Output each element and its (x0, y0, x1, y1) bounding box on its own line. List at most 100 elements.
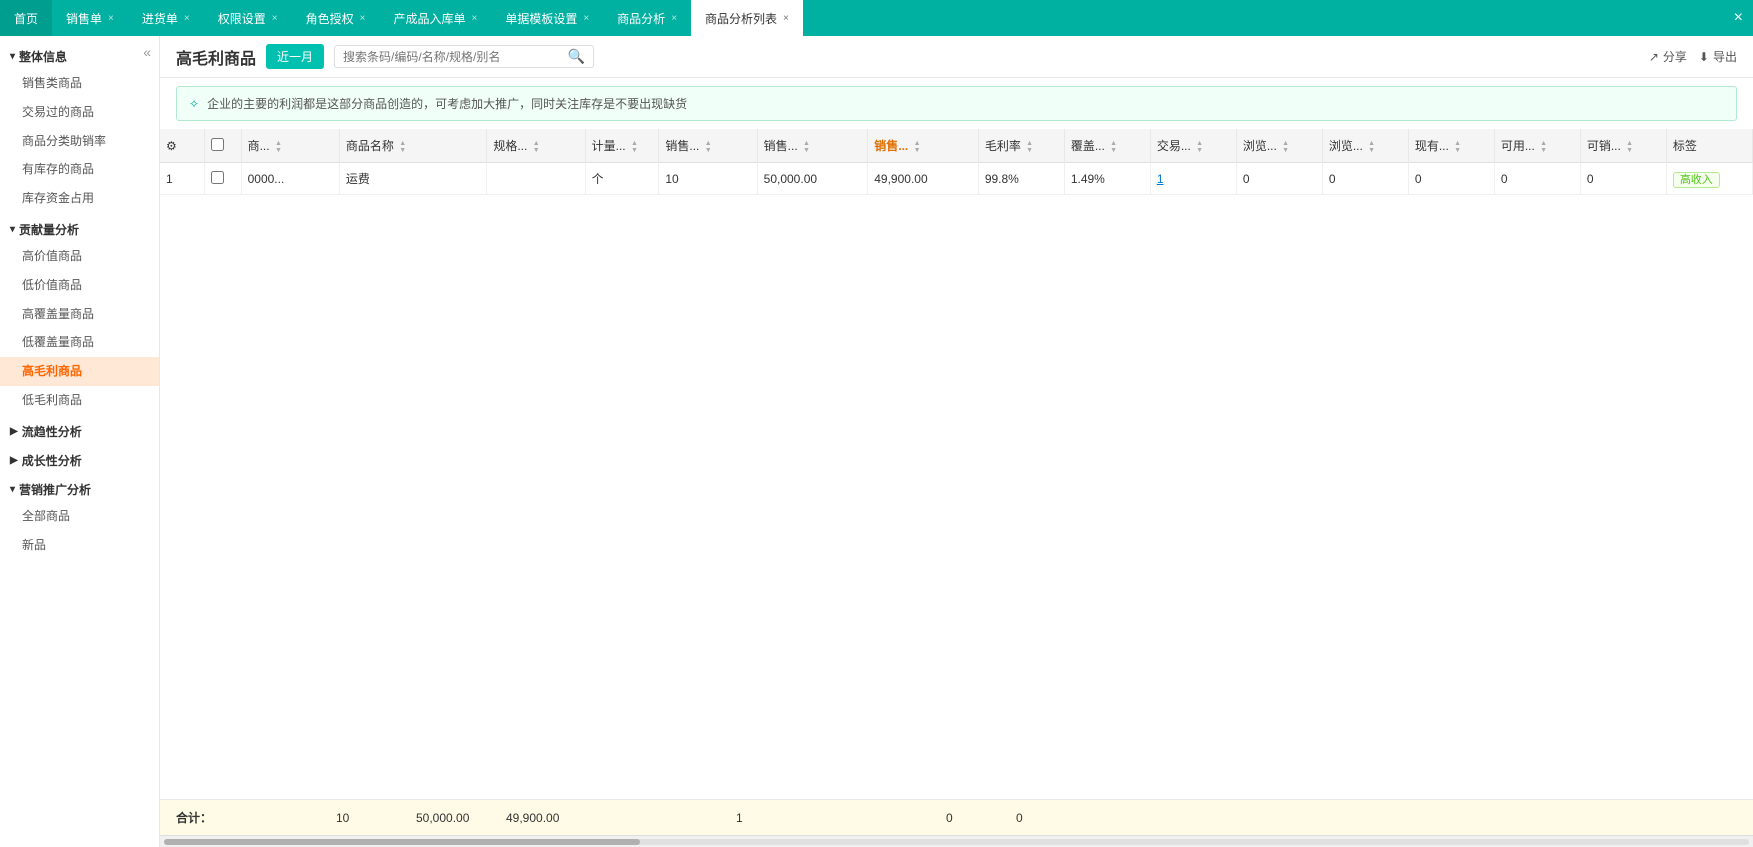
col-header-browse1[interactable]: 浏览... ▲▼ (1236, 129, 1322, 163)
sidebar-group-overall[interactable]: ▾ 整体信息 (0, 40, 159, 69)
row-checkbox[interactable] (211, 171, 224, 184)
sidebar-item-high-coverage[interactable]: 高覆盖量商品 (0, 300, 159, 329)
footer-browse2 (870, 811, 940, 825)
col-header-browse2[interactable]: 浏览... ▲▼ (1322, 129, 1408, 163)
sidebar-group-growth[interactable]: ▶ 成长性分析 (0, 444, 159, 473)
close-icon[interactable]: × (583, 13, 589, 24)
cell-stock1: 0 (1408, 163, 1494, 195)
nav-template[interactable]: 单据模板设置 × (491, 0, 603, 36)
col-header-cover[interactable]: 覆盖... ▲▼ (1064, 129, 1150, 163)
sidebar-item-all-goods[interactable]: 全部商品 (0, 502, 159, 531)
cell-browse2: 0 (1322, 163, 1408, 195)
table-wrapper[interactable]: ⚙ 商... ▲▼ 商品名称 ▲▼ 规格... (160, 129, 1753, 799)
close-icon[interactable]: × (360, 13, 366, 24)
footer-sales2: 50,000.00 (410, 811, 500, 825)
chevron-down-icon: ▾ (10, 484, 15, 495)
chevron-down-icon: ▾ (10, 51, 15, 62)
sidebar-group-contribution[interactable]: ▾ 贡献量分析 (0, 213, 159, 242)
close-icon[interactable]: × (671, 13, 677, 24)
search-input[interactable] (343, 50, 568, 64)
sidebar-item-high-value[interactable]: 高价值商品 (0, 242, 159, 271)
export-btn[interactable]: ⬇ 导出 (1699, 48, 1737, 65)
filter-recent-month-btn[interactable]: 近一月 (266, 44, 324, 69)
sidebar-item-category-rate[interactable]: 商品分类助销率 (0, 127, 159, 156)
search-box: 🔍 (334, 45, 594, 68)
nav-product-inbound[interactable]: 产成品入库单 × (379, 0, 491, 36)
col-header-name[interactable]: 商品名称 ▲▼ (339, 129, 486, 163)
footer-total: 合计： 10 50,000.00 49,900.00 1 0 0 (160, 799, 1753, 835)
sidebar-item-new-goods[interactable]: 新品 (0, 531, 159, 560)
close-icon[interactable]: × (272, 13, 278, 24)
sidebar-group-marketing[interactable]: ▾ 营销推广分析 (0, 473, 159, 502)
share-icon: ↗ (1649, 50, 1659, 64)
footer-stock1: 0 (940, 811, 1010, 825)
footer-cells: 10 50,000.00 49,900.00 1 0 0 (330, 811, 1753, 825)
cell-sales3: 49,900.00 (868, 163, 979, 195)
info-text: 企业的主要的利润都是这部分商品创造的，可考虑加大推广，同时关注库存是不要出现缺货 (207, 95, 687, 112)
header-actions: ↗ 分享 ⬇ 导出 (1649, 48, 1737, 65)
scrollbar-thumb[interactable] (164, 839, 640, 845)
footer-margin (590, 811, 660, 825)
close-icon[interactable]: × (783, 13, 789, 24)
horizontal-scrollbar[interactable] (160, 835, 1753, 847)
nav-product-analysis-list[interactable]: 商品分析列表 × (691, 0, 803, 36)
sidebar-item-in-stock[interactable]: 有库存的商品 (0, 155, 159, 184)
sidebar-group-trend[interactable]: ▶ 流趋性分析 (0, 415, 159, 444)
close-all-icon[interactable]: × (1734, 9, 1743, 27)
chevron-right-icon: ▶ (10, 455, 18, 466)
col-header-unit[interactable]: 计量... ▲▼ (585, 129, 659, 163)
share-btn[interactable]: ↗ 分享 (1649, 48, 1687, 65)
nav-purchase[interactable]: 进货单 × (128, 0, 204, 36)
col-header-sales3[interactable]: 销售... ▲▼ (868, 129, 979, 163)
col-header-margin[interactable]: 毛利率 ▲▼ (978, 129, 1064, 163)
cell-spec (487, 163, 585, 195)
col-header-stock1[interactable]: 现有... ▲▼ (1408, 129, 1494, 163)
close-icon[interactable]: × (108, 13, 114, 24)
col-header-stock3[interactable]: 可销... ▲▼ (1580, 129, 1666, 163)
sidebar-item-low-coverage[interactable]: 低覆盖量商品 (0, 328, 159, 357)
col-header-tag[interactable]: 标签 (1666, 129, 1752, 163)
export-icon: ⬇ (1699, 50, 1709, 64)
nav-product-analysis[interactable]: 商品分析 × (603, 0, 691, 36)
sort-icon: ▲▼ (1454, 140, 1461, 154)
col-header-checkbox[interactable] (204, 129, 241, 163)
sidebar-item-low-value[interactable]: 低价值商品 (0, 271, 159, 300)
sidebar-item-high-margin[interactable]: 高毛利商品 (0, 357, 159, 386)
sidebar-item-low-margin[interactable]: 低毛利商品 (0, 386, 159, 415)
close-icon[interactable]: × (184, 13, 190, 24)
col-header-stock2[interactable]: 可用... ▲▼ (1494, 129, 1580, 163)
sort-icon: ▲▼ (1282, 140, 1289, 154)
sidebar-collapse-btn[interactable]: « (143, 44, 151, 60)
col-header-settings[interactable]: ⚙ (160, 129, 204, 163)
trade-link[interactable]: 1 (1157, 172, 1164, 186)
sidebar-item-stock-capital[interactable]: 库存资金占用 (0, 184, 159, 213)
col-header-trade[interactable]: 交易... ▲▼ (1150, 129, 1236, 163)
footer-cover (660, 811, 730, 825)
info-icon: ✧ (189, 97, 199, 111)
sort-icon: ▲▼ (914, 140, 921, 154)
col-header-code[interactable]: 商... ▲▼ (241, 129, 339, 163)
cell-idx: 1 (160, 163, 204, 195)
cell-cb[interactable] (204, 163, 241, 195)
footer-label: 合计： (160, 809, 330, 826)
scrollbar-track[interactable] (164, 839, 1749, 845)
search-icon[interactable]: 🔍 (568, 48, 585, 65)
sort-icon: ▲▼ (631, 140, 638, 154)
sort-icon: ▲▼ (1196, 140, 1203, 154)
sidebar-item-traded-goods[interactable]: 交易过的商品 (0, 98, 159, 127)
col-header-sales1[interactable]: 销售... ▲▼ (659, 129, 757, 163)
nav-role[interactable]: 角色授权 × (292, 0, 380, 36)
sidebar-item-sales-goods[interactable]: 销售类商品 (0, 69, 159, 98)
nav-home[interactable]: 首页 (0, 0, 52, 36)
close-icon[interactable]: × (471, 13, 477, 24)
col-header-spec[interactable]: 规格... ▲▼ (487, 129, 585, 163)
info-banner: ✧ 企业的主要的利润都是这部分商品创造的，可考虑加大推广，同时关注库存是不要出现… (176, 86, 1737, 121)
page-title: 高毛利商品 (176, 45, 256, 69)
select-all-checkbox[interactable] (211, 138, 224, 151)
sort-icon: ▲▼ (705, 140, 712, 154)
col-header-sales2[interactable]: 销售... ▲▼ (757, 129, 868, 163)
sort-icon: ▲▼ (399, 140, 406, 154)
nav-permission[interactable]: 权限设置 × (204, 0, 292, 36)
nav-sales[interactable]: 销售单 × (52, 0, 128, 36)
footer-stock2: 0 (1010, 811, 1080, 825)
